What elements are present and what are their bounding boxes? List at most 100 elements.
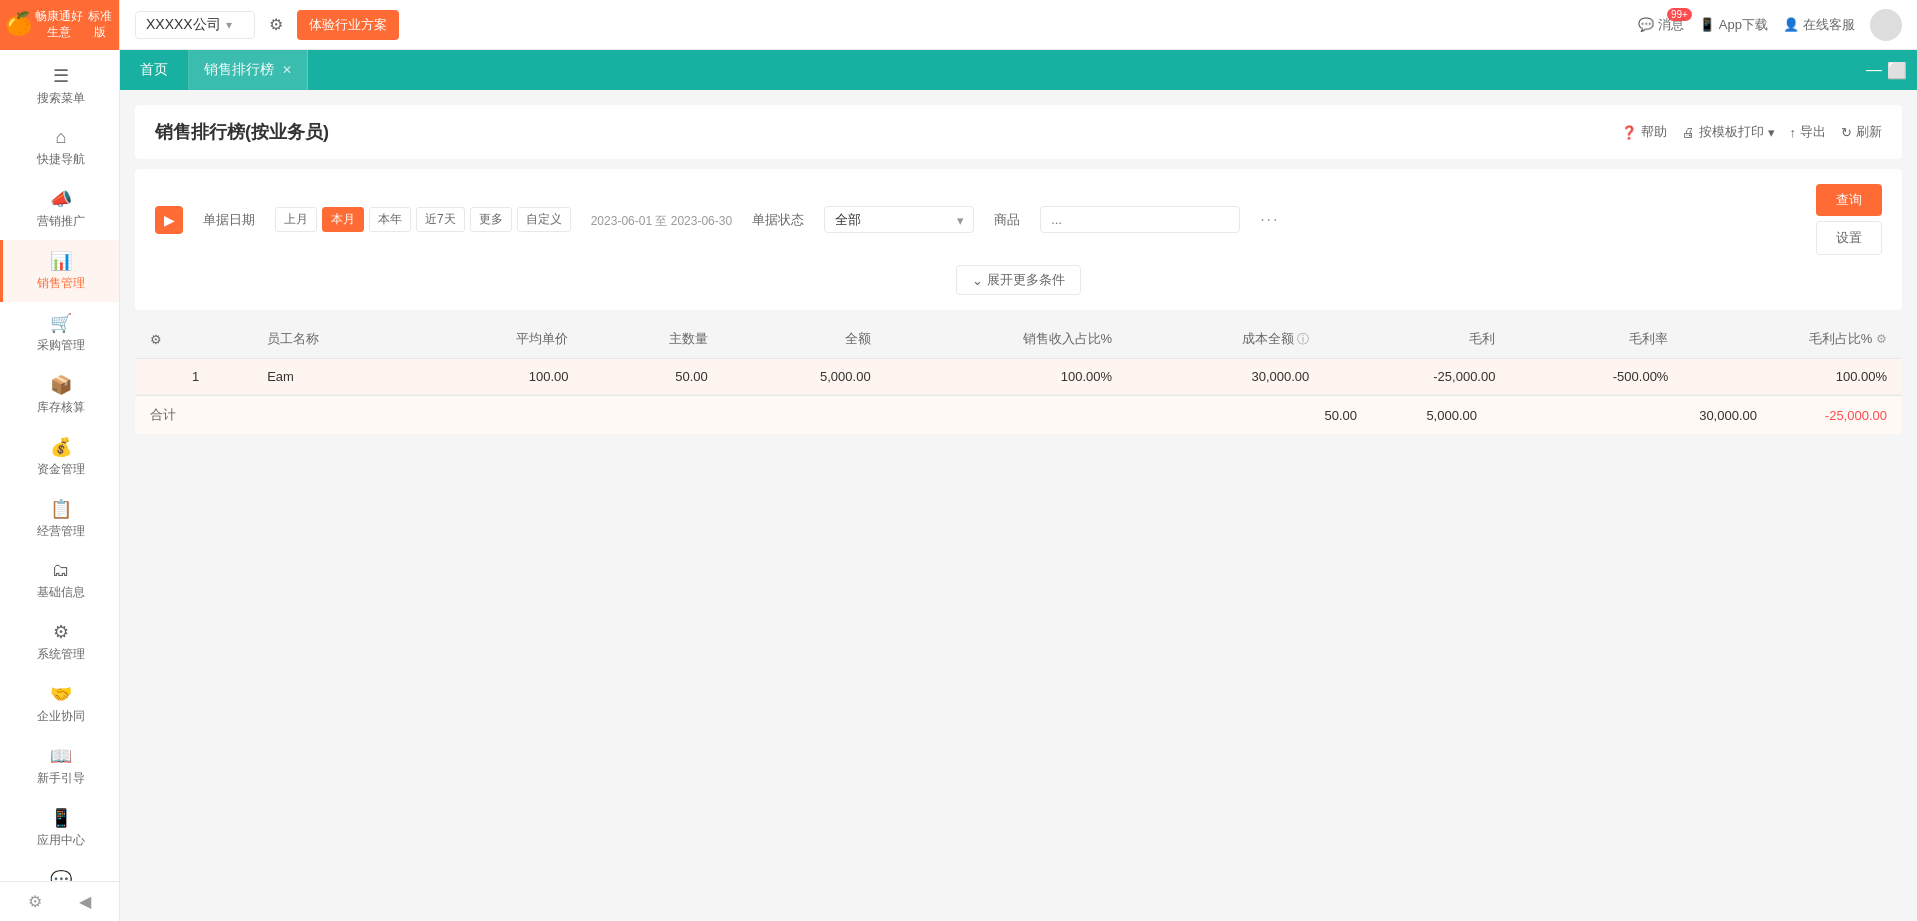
sidebar-item-sales[interactable]: 📊销售管理	[0, 240, 119, 302]
sidebar-item-marketing[interactable]: 📣营销推广	[0, 178, 119, 240]
export-icon: ↑	[1790, 125, 1797, 140]
filter-actions: 查询 设置	[1816, 184, 1882, 255]
date-prev-month-btn[interactable]: 上月	[275, 207, 317, 232]
company-selector[interactable]: XXXXX公司 ▾	[135, 11, 255, 39]
td-cost: 30,000.00	[1127, 359, 1324, 395]
search-order-icon: ☰	[53, 65, 69, 87]
date-last-7-days-btn[interactable]: 近7天	[416, 207, 465, 232]
tab-home[interactable]: 首页	[120, 50, 189, 90]
date-this-month-btn[interactable]: 本月	[322, 207, 364, 232]
sidebar-nav: ☰搜索菜单⌂快捷导航📣营销推广📊销售管理🛒采购管理📦库存核算 💰 资金管理 📋 经营管理…	[0, 50, 119, 881]
table-header: ⚙ 员工名称 平均单价 主数量 全额 销售收入占比% 成本全额 ⓘ 毛利 毛利率…	[135, 320, 1902, 359]
td-gross-rate: -500.00%	[1510, 359, 1683, 395]
tab-sales-ranking[interactable]: 销售排行榜 ✕	[189, 50, 308, 90]
online-service-btn[interactable]: 👤 在线客服	[1783, 16, 1855, 34]
system-icon: ⚙	[53, 621, 69, 643]
date-more-btn[interactable]: 更多	[470, 207, 512, 232]
header-settings-icon[interactable]: ⚙	[265, 11, 287, 38]
status-filter-label: 单据状态	[752, 211, 804, 229]
filter-settings-button[interactable]: 设置	[1816, 221, 1882, 255]
main-content: 销售排行榜(按业务员) ❓ 帮助 🖨 按模板打印 ▾ ↑ 导出 ↻ 刷新	[120, 90, 1917, 921]
sidebar-item-quick-nav[interactable]: ⌂快捷导航	[0, 117, 119, 178]
app-download-btn[interactable]: 📱 App下载	[1699, 16, 1768, 34]
date-options: 上月 本月 本年 近7天 更多 自定义	[275, 207, 571, 232]
table-container: ⚙ 员工名称 平均单价 主数量 全额 销售收入占比% 成本全额 ⓘ 毛利 毛利率…	[135, 320, 1902, 434]
status-select[interactable]: 全部 已审核 未审核	[824, 206, 974, 233]
sidebar-item-app-center[interactable]: 📱应用中心	[0, 797, 119, 859]
tab-maximize-icon[interactable]: ⬜	[1887, 61, 1907, 80]
date-filter-label: 单据日期	[203, 211, 255, 229]
purchase-label: 采购管理	[37, 337, 85, 354]
footer-qty: 50.00	[1277, 408, 1357, 423]
new-guide-icon: 📖	[50, 745, 72, 767]
print-icon: 🖨	[1682, 125, 1695, 140]
app-center-label: 应用中心	[37, 832, 85, 849]
th-sales-pct: 销售收入占比%	[886, 320, 1127, 359]
finance-icon: 💰	[50, 436, 72, 458]
th-gross-pct: 毛利占比% ⚙	[1683, 320, 1902, 359]
sidebar-item-operations[interactable]: 📋 经营管理	[0, 488, 119, 550]
expand-more-conditions-btn[interactable]: ⌄ 展开更多条件	[956, 265, 1081, 295]
sidebar-item-system[interactable]: ⚙ 系统管理	[0, 611, 119, 673]
company-arrow: ▾	[226, 18, 232, 32]
table-row: 1 Eam 100.00 50.00 5,000.00 100.00% 30,0…	[135, 359, 1902, 395]
company-name: XXXXX公司	[146, 16, 221, 34]
help-btn[interactable]: ❓ 帮助	[1621, 123, 1667, 141]
td-amount: 5,000.00	[723, 359, 886, 395]
operations-label: 经营管理	[37, 523, 85, 540]
finance-label: 资金管理	[37, 461, 85, 478]
message-btn[interactable]: 💬 消息 99+	[1638, 16, 1684, 34]
tab-sales-ranking-label: 销售排行榜	[204, 61, 274, 79]
gross-pct-info-icon[interactable]: ⚙	[1876, 332, 1887, 346]
sidebar-item-search-order[interactable]: ☰搜索菜单	[0, 55, 119, 117]
sidebar-item-enterprise-wechat[interactable]: 💬企业微信	[0, 859, 119, 881]
cost-info-icon[interactable]: ⓘ	[1297, 332, 1309, 346]
sidebar-item-new-guide[interactable]: 📖新手引导	[0, 735, 119, 797]
template-print-btn[interactable]: 🖨 按模板打印 ▾	[1682, 123, 1775, 141]
table-footer: 合计 50.00 5,000.00 30,000.00 -25,000.00	[135, 395, 1902, 434]
goods-filter-label: 商品	[994, 211, 1020, 229]
tab-right-buttons: — ⬜	[1856, 50, 1917, 90]
refresh-btn[interactable]: ↻ 刷新	[1841, 123, 1882, 141]
sidebar-collapse-btn[interactable]: ◀	[79, 892, 91, 911]
sidebar-item-base-info[interactable]: 🗂基础信息	[0, 550, 119, 611]
th-avg-price: 平均单价	[418, 320, 584, 359]
date-this-year-btn[interactable]: 本年	[369, 207, 411, 232]
more-options-dots[interactable]: ···	[1260, 211, 1279, 229]
logo-icon: 🍊	[5, 10, 32, 39]
td-sales-pct: 100.00%	[886, 359, 1127, 395]
sidebar-item-enterprise-collab[interactable]: 🤝企业协同	[0, 673, 119, 735]
data-table: ⚙ 员工名称 平均单价 主数量 全额 销售收入占比% 成本全额 ⓘ 毛利 毛利率…	[135, 320, 1902, 395]
app-download-label: App下载	[1719, 16, 1768, 34]
filter-expand-arrow[interactable]: ▶	[155, 206, 183, 234]
date-custom-btn[interactable]: 自定义	[517, 207, 571, 232]
inventory-icon: 📦	[50, 374, 72, 396]
user-avatar[interactable]	[1870, 9, 1902, 41]
quick-nav-icon: ⌂	[56, 127, 67, 148]
sidebar-item-inventory[interactable]: 📦库存核算	[0, 364, 119, 426]
top-header: XXXXX公司 ▾ ⚙ 体验行业方案 💬 消息 99+ 📱 App下载 👤 在线…	[120, 0, 1917, 50]
system-label: 系统管理	[37, 646, 85, 663]
date-range-text: 2023-06-01 至 2023-06-30	[591, 213, 732, 230]
query-button[interactable]: 查询	[1816, 184, 1882, 216]
tab-home-label: 首页	[140, 61, 168, 79]
logo-text-line1: 畅康通好生意	[32, 9, 87, 40]
table-body: 1 Eam 100.00 50.00 5,000.00 100.00% 30,0…	[135, 359, 1902, 395]
goods-input[interactable]	[1040, 206, 1240, 233]
marketing-label: 营销推广	[37, 213, 85, 230]
th-settings: ⚙	[135, 320, 177, 359]
export-btn[interactable]: ↑ 导出	[1790, 123, 1827, 141]
enterprise-collab-label: 企业协同	[37, 708, 85, 725]
sidebar-settings-btn[interactable]: ⚙	[28, 892, 42, 911]
td-qty: 50.00	[583, 359, 722, 395]
filter-more-row: ⌄ 展开更多条件	[155, 265, 1882, 295]
tab-close-icon[interactable]: ✕	[282, 63, 292, 77]
tab-minimize-icon[interactable]: —	[1866, 61, 1882, 79]
online-service-icon: 👤	[1783, 17, 1799, 32]
sidebar-item-finance[interactable]: 💰 资金管理	[0, 426, 119, 488]
footer-cost: 30,000.00	[1647, 408, 1757, 423]
sidebar-item-purchase[interactable]: 🛒采购管理	[0, 302, 119, 364]
operations-icon: 📋	[50, 498, 72, 520]
sidebar: 🍊 畅康通好生意 标准版 ☰搜索菜单⌂快捷导航📣营销推广📊销售管理🛒采购管理📦库…	[0, 0, 120, 921]
trial-button[interactable]: 体验行业方案	[297, 10, 399, 40]
